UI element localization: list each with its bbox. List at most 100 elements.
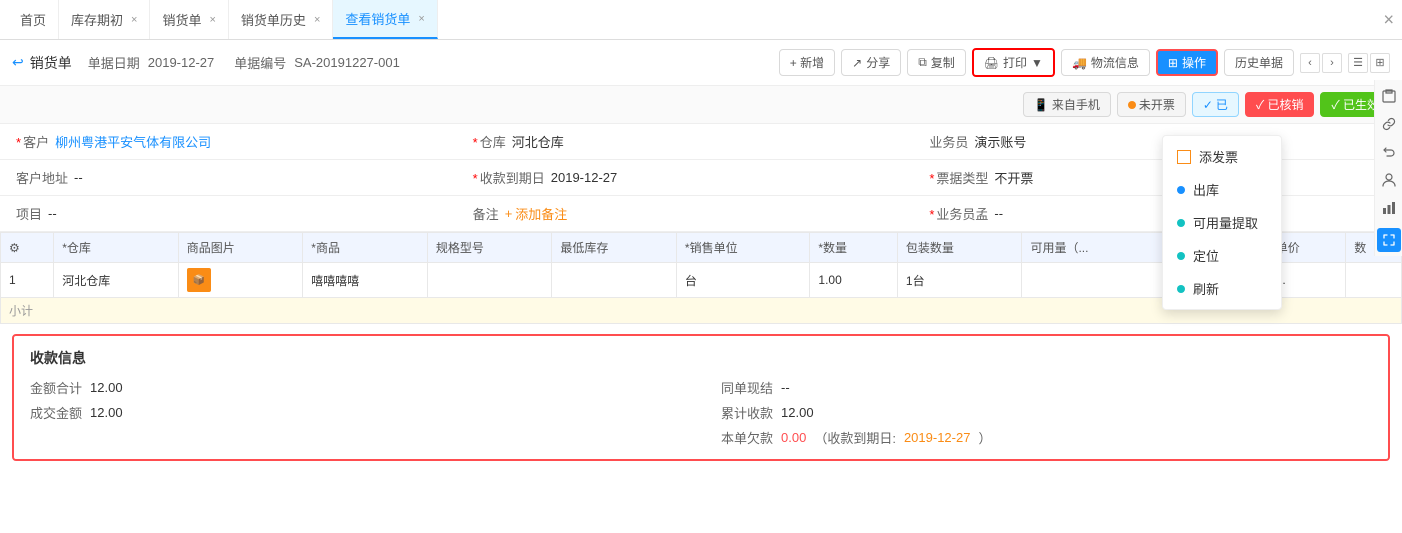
- row-product: 嘻嘻嘻嘻: [303, 263, 428, 298]
- staff-value: 演示账号: [974, 132, 1026, 151]
- form-title-text: 销货单: [30, 53, 72, 73]
- tab-sales-history[interactable]: 销货单历史 ×: [229, 0, 333, 39]
- tab-view-close[interactable]: ×: [418, 13, 424, 25]
- tab-inventory-label: 库存期初: [71, 10, 123, 29]
- row-pack-qty: 1台: [897, 263, 1022, 298]
- locate-dot: [1177, 252, 1185, 260]
- col-gear[interactable]: ⚙: [1, 233, 54, 263]
- list-view-icon[interactable]: ☰: [1348, 53, 1368, 73]
- total-amount-row: 金额合计 12.00: [30, 378, 681, 397]
- add-invoice-box-icon: [1177, 150, 1191, 164]
- add-note-btn[interactable]: + 添加备注: [505, 204, 568, 223]
- staff-label: 业务员: [929, 132, 968, 151]
- dropdown-outbound[interactable]: 出库: [1163, 173, 1281, 206]
- row-available: [1022, 263, 1166, 298]
- sold-label: ✓ 已核销: [1256, 96, 1304, 113]
- print-button[interactable]: 🖨 打印 ▼: [972, 48, 1055, 77]
- date-label: 单据日期: [88, 53, 140, 72]
- total-amount-label: 金额合计: [30, 378, 82, 397]
- tab-home-label: 首页: [20, 10, 46, 29]
- cumulative-payment-row: 累计收款 12.00: [721, 403, 1372, 422]
- copy-label: 复制: [931, 54, 955, 71]
- sidebar-return-icon[interactable]: [1377, 140, 1401, 164]
- summary-title: 收款信息: [30, 348, 1372, 368]
- sidebar-link-icon[interactable]: [1377, 112, 1401, 136]
- arrears-due-date-value: 2019-12-27: [904, 430, 971, 445]
- next-button[interactable]: ›: [1322, 53, 1342, 73]
- sidebar-expand-icon[interactable]: [1377, 228, 1401, 252]
- from-phone-label: 来自手机: [1052, 96, 1100, 113]
- form-header-right: + 新增 ↗ 分享 ⧉ 复制 🖨 打印 ▼ 🚚 物流信息: [779, 48, 1390, 77]
- note-label: 备注: [473, 204, 499, 223]
- add-note-icon: +: [505, 206, 513, 221]
- dropdown-available-qty[interactable]: 可用量提取: [1163, 206, 1281, 239]
- locate-label: 定位: [1193, 246, 1219, 265]
- tab-inventory-close[interactable]: ×: [131, 14, 137, 26]
- checked-icon: ✓: [1203, 98, 1213, 112]
- gear-icon: ⚙: [9, 241, 20, 255]
- transaction-amount-row: 成交金额 12.00: [30, 403, 681, 422]
- row-spec: [427, 263, 552, 298]
- transaction-amount-label: 成交金额: [30, 403, 82, 422]
- checked-partial-btn[interactable]: ✓ 已: [1192, 92, 1239, 117]
- ticket-type-value: 不开票: [994, 168, 1033, 187]
- tab-home[interactable]: 首页: [8, 0, 59, 39]
- summary-section: 收款信息 金额合计 12.00 成交金额 12.00 同单现结 --: [12, 334, 1390, 461]
- col-warehouse: *仓库: [54, 233, 179, 263]
- tab-inventory-init[interactable]: 库存期初 ×: [59, 0, 150, 39]
- dropdown-menu: 添发票 出库 可用量提取 定位 刷新: [1162, 135, 1282, 310]
- payment-date-value: 2019-12-27: [551, 170, 618, 185]
- logistics-icon: 🚚: [1072, 56, 1087, 70]
- available-dot: [1177, 219, 1185, 227]
- dropdown-locate[interactable]: 定位: [1163, 239, 1281, 272]
- nav-arrows: ‹ ›: [1300, 53, 1342, 73]
- tab-history-close[interactable]: ×: [314, 14, 320, 26]
- summary-right: 同单现结 -- 累计收款 12.00 本单欠款 0.00 （收款到期日: 201…: [721, 378, 1372, 447]
- not-open-btn[interactable]: 未开票: [1117, 92, 1186, 117]
- dropdown-refresh[interactable]: 刷新: [1163, 272, 1281, 305]
- staff-field: 业务员 演示账号: [929, 132, 1386, 151]
- current-arrears-value: 0.00: [781, 430, 806, 445]
- tab-bar-close-btn[interactable]: ×: [1383, 9, 1394, 30]
- address-field: 客户地址 --: [16, 168, 473, 187]
- refresh-dot: [1177, 285, 1185, 293]
- prev-button[interactable]: ‹: [1300, 53, 1320, 73]
- same-order-settle-row: 同单现结 --: [721, 378, 1372, 397]
- no-value: SA-20191227-001: [294, 55, 400, 70]
- grid-view-icon[interactable]: ⊞: [1370, 53, 1390, 73]
- new-button[interactable]: + 新增: [779, 49, 835, 76]
- from-phone-btn[interactable]: 📱 来自手机: [1023, 92, 1111, 117]
- form-header-left: ↩ 销货单 单据日期 2019-12-27 单据编号 SA-20191227-0…: [12, 53, 400, 73]
- sold-btn[interactable]: ✓ 已核销: [1245, 92, 1315, 117]
- current-arrears-row: 本单欠款 0.00 （收款到期日: 2019-12-27 ）: [721, 428, 1372, 447]
- copy-button[interactable]: ⧉ 复制: [907, 49, 966, 76]
- action-bar: 📱 来自手机 未开票 ✓ 已 ✓ 已核销 ✓ 已生效: [0, 86, 1402, 124]
- sidebar-clipboard-icon[interactable]: [1377, 84, 1401, 108]
- outbound-label: 出库: [1193, 180, 1219, 199]
- view-icons: ☰ ⊞: [1348, 53, 1390, 73]
- dropdown-add-invoice[interactable]: 添发票: [1163, 140, 1281, 173]
- sidebar-user-icon[interactable]: [1377, 168, 1401, 192]
- outbound-dot: [1177, 186, 1185, 194]
- sidebar-chart-icon[interactable]: [1377, 196, 1401, 220]
- col-sales-unit: *销售单位: [676, 233, 809, 263]
- checked-label: 已: [1216, 96, 1228, 113]
- tab-sales-order[interactable]: 销货单 ×: [150, 0, 228, 39]
- row-img: 📦: [178, 263, 303, 298]
- staff2-label: 业务员孟: [929, 204, 988, 223]
- effect-label: ✓ 已生效: [1331, 96, 1379, 113]
- tab-sales-close[interactable]: ×: [209, 14, 215, 26]
- operate-button[interactable]: ⊞ 操作: [1156, 49, 1218, 76]
- row-index: 1: [1, 263, 54, 298]
- transaction-amount-value: 12.00: [90, 405, 123, 420]
- history-button[interactable]: 历史单据: [1224, 49, 1294, 76]
- tab-view-sales[interactable]: 查看销货单 ×: [333, 0, 437, 39]
- customer-value[interactable]: 柳州粤港平安气体有限公司: [55, 132, 211, 151]
- share-button[interactable]: ↗ 分享: [841, 49, 901, 76]
- print-label: 打印: [1003, 54, 1027, 71]
- summary-grid: 金额合计 12.00 成交金额 12.00 同单现结 -- 累计收款: [30, 378, 1372, 447]
- customer-field: 客户 柳州粤港平安气体有限公司: [16, 132, 473, 151]
- payment-date-label: 收款到期日: [473, 168, 545, 187]
- col-img: 商品图片: [178, 233, 303, 263]
- logistics-button[interactable]: 🚚 物流信息: [1061, 49, 1150, 76]
